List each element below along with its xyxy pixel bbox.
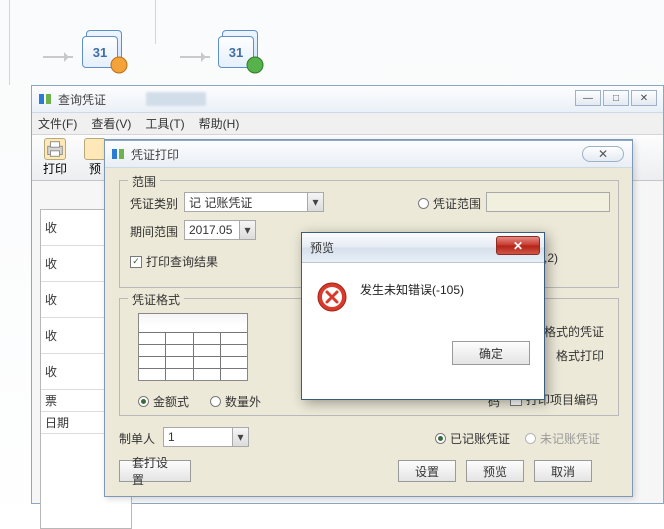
type-combo[interactable]: 记 记账凭证 ▾ bbox=[184, 192, 324, 212]
minimize-button[interactable]: — bbox=[575, 90, 601, 106]
range-radio-label: 凭证范围 bbox=[433, 195, 481, 212]
range-input[interactable] bbox=[486, 192, 610, 212]
radio-icon bbox=[138, 396, 149, 407]
period-value: 2017.05 bbox=[185, 223, 239, 237]
posted-label: 已记账凭证 bbox=[450, 430, 510, 447]
divider bbox=[155, 0, 156, 44]
settings-button[interactable]: 设置 bbox=[398, 460, 456, 482]
window-title: 查询凭证 bbox=[58, 91, 106, 108]
blurred-text bbox=[146, 92, 206, 106]
desktop: 31 31 查询凭证 — □ ✕ 文件(F) 查看(V) 工具(T) 帮助(H) bbox=[0, 0, 664, 504]
badge-orange-icon bbox=[110, 56, 128, 74]
calendar-icon-2[interactable]: 31 bbox=[218, 30, 262, 72]
printer-icon bbox=[44, 138, 66, 160]
error-dialog: 预览 ✕ 发生未知错误(-105) 确定 bbox=[301, 232, 545, 400]
qty-label: 数量外 bbox=[225, 393, 261, 410]
close-button[interactable]: ✕ bbox=[582, 146, 624, 162]
window-title: 凭证打印 bbox=[131, 146, 179, 163]
cancel-button[interactable]: 取消 bbox=[534, 460, 592, 482]
toolbar-print-label: 打印 bbox=[43, 160, 67, 177]
toolbar-preview-label: 预 bbox=[89, 160, 101, 177]
posted-radio[interactable]: 已记账凭证 bbox=[435, 430, 510, 447]
type-combo-value: 记 记账凭证 bbox=[185, 194, 307, 211]
app-icon bbox=[38, 92, 52, 106]
maker-combo[interactable]: 1 ▾ bbox=[163, 427, 249, 447]
qty-radio[interactable]: 数量外 bbox=[210, 393, 261, 410]
chevron-down-icon: ▾ bbox=[239, 221, 255, 239]
maker-value: 1 bbox=[164, 430, 232, 444]
format-legend: 凭证格式 bbox=[128, 291, 184, 308]
menu-bar: 文件(F) 查看(V) 工具(T) 帮助(H) bbox=[32, 113, 663, 135]
range-radio[interactable]: 凭证范围 bbox=[418, 195, 481, 212]
badge-green-icon bbox=[246, 56, 264, 74]
radio-icon bbox=[418, 198, 429, 209]
menu-file[interactable]: 文件(F) bbox=[38, 115, 77, 132]
toolbar-print-button[interactable]: 打印 bbox=[38, 138, 72, 178]
amount-radio[interactable]: 金额式 bbox=[138, 393, 189, 410]
template-settings-button[interactable]: 套打设置 bbox=[119, 460, 191, 482]
radio-icon bbox=[435, 433, 446, 444]
menu-tools[interactable]: 工具(T) bbox=[145, 115, 184, 132]
chevron-down-icon: ▾ bbox=[307, 193, 323, 211]
arrow-deco-1 bbox=[43, 56, 73, 58]
print-query-label: 打印查询结果 bbox=[146, 253, 218, 270]
error-title-bar[interactable]: 预览 ✕ bbox=[302, 233, 544, 263]
error-title: 预览 bbox=[310, 239, 334, 256]
title-bar[interactable]: 查询凭证 — □ ✕ bbox=[32, 85, 663, 113]
menu-help[interactable]: 帮助(H) bbox=[199, 115, 240, 132]
grid-preview bbox=[138, 313, 248, 381]
calendar-icon-1[interactable]: 31 bbox=[82, 30, 126, 72]
type-label: 凭证类别 bbox=[130, 195, 178, 212]
period-label: 期间范围 bbox=[130, 223, 178, 240]
menu-view[interactable]: 查看(V) bbox=[91, 115, 131, 132]
unposted-radio[interactable]: 未记账凭证 bbox=[525, 430, 600, 447]
fmt-line1: 格式的凭证 bbox=[544, 323, 604, 340]
fmt-line2: 格式打印 bbox=[556, 347, 604, 364]
maximize-button[interactable]: □ bbox=[603, 90, 629, 106]
close-button[interactable]: ✕ bbox=[496, 236, 540, 255]
arrow-deco-2 bbox=[180, 56, 210, 58]
period-combo[interactable]: 2017.05 ▾ bbox=[184, 220, 256, 240]
amount-label: 金额式 bbox=[153, 393, 189, 410]
checkbox-icon: ✓ bbox=[130, 256, 142, 268]
unposted-label: 未记账凭证 bbox=[540, 430, 600, 447]
divider bbox=[9, 0, 10, 85]
error-message: 发生未知错误(-105) bbox=[360, 281, 464, 298]
close-button[interactable]: ✕ bbox=[631, 90, 657, 106]
error-icon bbox=[316, 281, 348, 313]
radio-icon bbox=[525, 433, 536, 444]
scope-legend: 范围 bbox=[128, 173, 160, 190]
ok-button[interactable]: 确定 bbox=[452, 341, 530, 365]
preview-button[interactable]: 预览 bbox=[466, 460, 524, 482]
maker-label: 制单人 bbox=[119, 430, 155, 447]
print-query-check[interactable]: ✓ 打印查询结果 bbox=[130, 253, 218, 270]
radio-icon bbox=[210, 396, 221, 407]
title-bar[interactable]: 凭证打印 ✕ bbox=[105, 140, 632, 168]
app-icon bbox=[111, 147, 125, 161]
chevron-down-icon: ▾ bbox=[232, 428, 248, 446]
